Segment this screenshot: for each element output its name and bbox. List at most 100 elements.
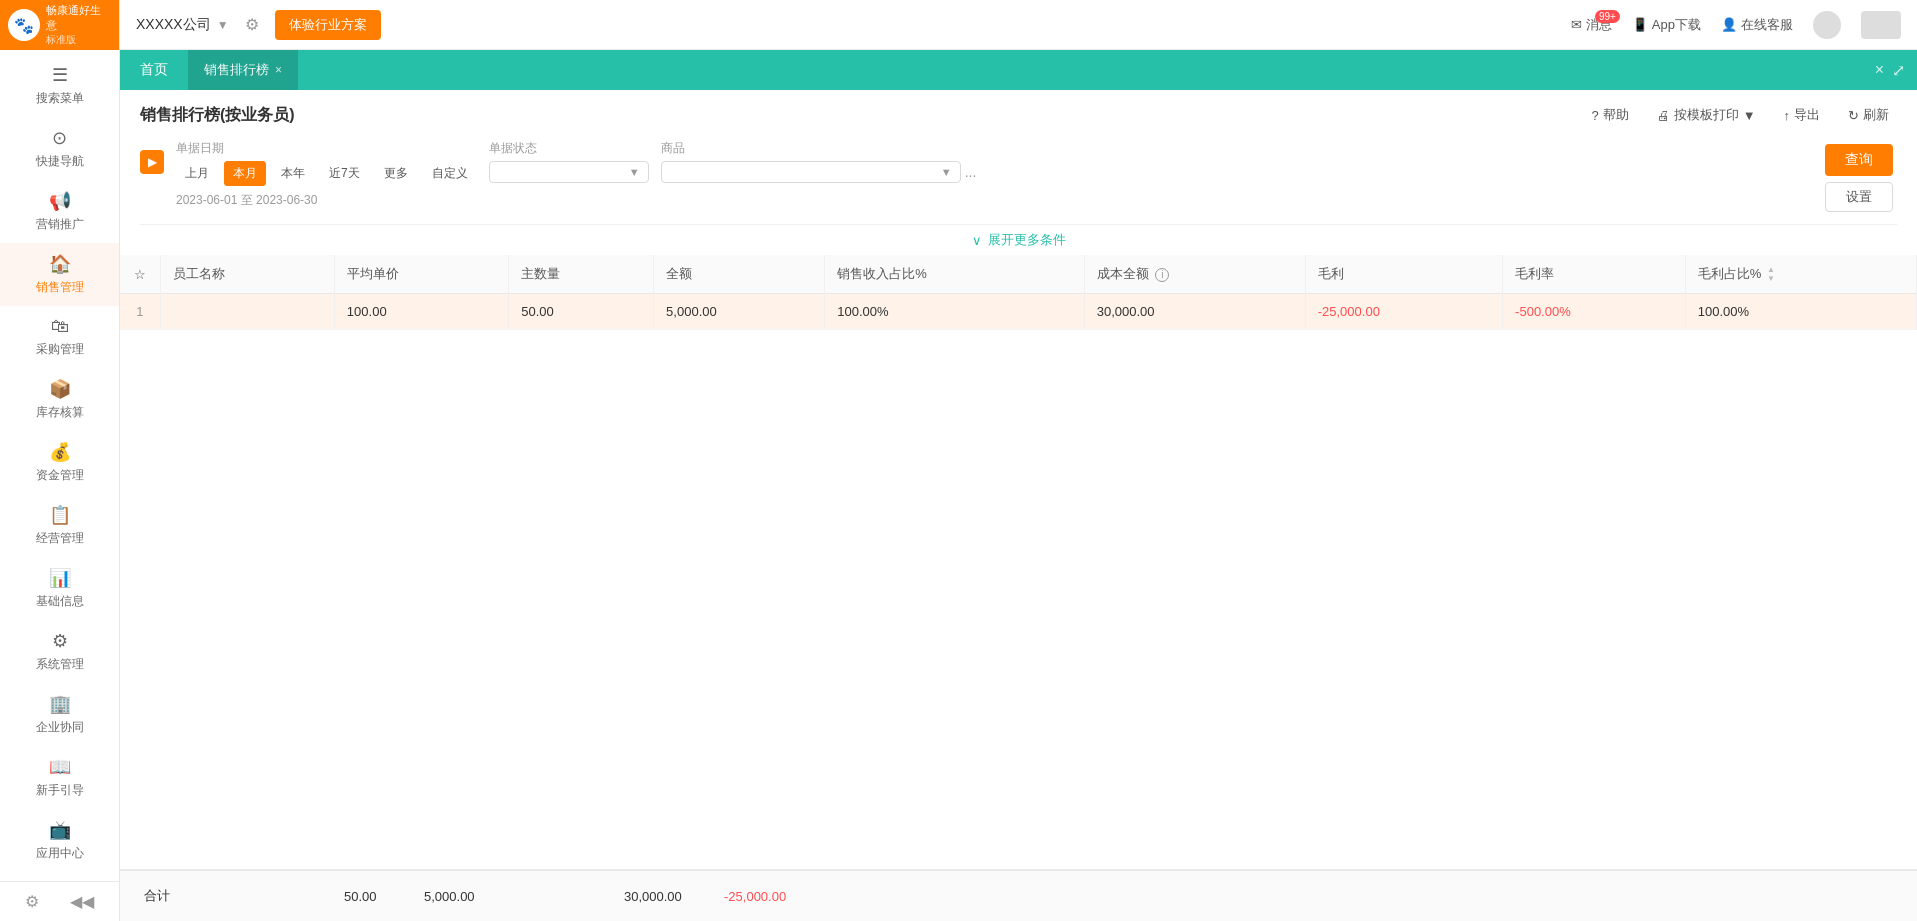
help-icon: ? [1591, 108, 1598, 123]
table-container: ☆ 员工名称 平均单价 主数量 全额 [120, 255, 1917, 869]
filter-arrow-btn[interactable]: ▶ [140, 146, 164, 174]
sidebar-settings-btn[interactable]: ⚙ [25, 892, 39, 911]
footer-avg-price [252, 890, 332, 902]
operations-icon: 📋 [49, 504, 71, 526]
message-btn[interactable]: ✉ 消息 99+ [1571, 16, 1612, 34]
sidebar-item-system[interactable]: ⚙ 系统管理 [0, 620, 119, 683]
goods-filter-label: 商品 [661, 140, 977, 157]
online-service-btn[interactable]: 👤 在线客服 [1721, 16, 1793, 34]
col-gross-rate: 毛利率 [1503, 255, 1686, 294]
status-caret-icon: ▼ [629, 166, 640, 178]
sidebar-item-operations[interactable]: 📋 经营管理 [0, 494, 119, 557]
tab-close-icon[interactable]: × [275, 63, 282, 77]
filter-year-btn[interactable]: 本年 [272, 161, 314, 186]
quick-nav-icon: ⊙ [52, 127, 67, 149]
topbar-gear-icon[interactable]: ⚙ [245, 15, 259, 34]
base-info-icon: 📊 [49, 567, 71, 589]
app-download-icon: 📱 [1632, 17, 1648, 32]
logo-text: 畅康通好生意 [46, 3, 111, 34]
sales-icon: 🏠 [49, 253, 71, 275]
status-filter: 单据状态 ▼ [489, 140, 649, 183]
col-amount: 全额 [654, 255, 825, 294]
sidebar-item-marketing[interactable]: 📢 营销推广 [0, 180, 119, 243]
col-cost: 成本全额 i [1084, 255, 1305, 294]
cell-gross-pct: 100.00% [1685, 294, 1916, 330]
page-title: 销售排行榜(按业务员) [140, 105, 295, 126]
cell-avg-price: 100.00 [334, 294, 508, 330]
page-header: 销售排行榜(按业务员) ? 帮助 🖨 按模板打印 ▼ ↑ 导出 [120, 90, 1917, 255]
sidebar-item-wechat[interactable]: 💬 企业微信 [0, 872, 119, 881]
app-center-icon: 📺 [49, 819, 71, 841]
sidebar-item-inventory[interactable]: 📦 库存核算 [0, 368, 119, 431]
goods-more-btn[interactable]: ... [965, 164, 977, 180]
date-range-text: 2023-06-01 至 2023-06-30 [176, 192, 477, 209]
sidebar-item-quick-nav[interactable]: ⊙ 快捷导航 [0, 117, 119, 180]
cell-amount: 5,000.00 [654, 294, 825, 330]
filter-custom-btn[interactable]: 自定义 [423, 161, 477, 186]
tabbar: 首页 销售排行榜 × × ⤢ [120, 50, 1917, 90]
date-filter-label: 单据日期 [176, 140, 477, 157]
expand-more-btn[interactable]: ∨ 展开更多条件 [140, 224, 1897, 255]
footer-label: 合计 [132, 881, 252, 911]
date-filter: 单据日期 上月 本月 本年 近7天 更多 自定义 2023-06-01 至 20… [176, 140, 477, 209]
footer-amount: 5,000.00 [412, 883, 512, 910]
cell-gross: -25,000.00 [1305, 294, 1502, 330]
company-selector[interactable]: XXXXX公司 ▼ [136, 16, 229, 34]
date-filter-controls: 上月 本月 本年 近7天 更多 自定义 [176, 161, 477, 186]
finance-icon: 💰 [49, 441, 71, 463]
topbar: XXXXX公司 ▼ ⚙ 体验行业方案 ✉ 消息 99+ 📱 App下载 👤 在线… [120, 0, 1917, 50]
sidebar-collapse-btn[interactable]: ◀◀ [70, 892, 94, 911]
sidebar-item-search-order[interactable]: ☰ 搜索菜单 [0, 54, 119, 117]
table-row: 1 100.00 50.00 5,000.00 100.00% 30,000.0… [120, 294, 1917, 330]
col-name: 员工名称 [160, 255, 334, 294]
sidebar-item-base-info[interactable]: 📊 基础信息 [0, 557, 119, 620]
filter-cur-month-btn[interactable]: 本月 [224, 161, 266, 186]
app-download-btn[interactable]: 📱 App下载 [1632, 16, 1701, 34]
service-label: 在线客服 [1741, 16, 1793, 34]
filter-prev-month-btn[interactable]: 上月 [176, 161, 218, 186]
tab-restore-icon[interactable]: ⤢ [1892, 61, 1905, 80]
sidebar-item-finance[interactable]: 💰 资金管理 [0, 431, 119, 494]
sidebar-item-sales[interactable]: 🏠 销售管理 [0, 243, 119, 306]
filter-more-btn[interactable]: 更多 [375, 161, 417, 186]
tab-home[interactable]: 首页 [120, 50, 188, 90]
export-icon: ↑ [1784, 108, 1791, 123]
settings-btn[interactable]: 设置 [1825, 182, 1893, 212]
refresh-btn[interactable]: ↻ 刷新 [1840, 102, 1897, 128]
main-area: XXXXX公司 ▼ ⚙ 体验行业方案 ✉ 消息 99+ 📱 App下载 👤 在线… [120, 0, 1917, 921]
print-btn[interactable]: 🖨 按模板打印 ▼ [1649, 102, 1764, 128]
topbar-right: ✉ 消息 99+ 📱 App下载 👤 在线客服 [1571, 11, 1901, 39]
gross-pct-sort-icon[interactable]: ▲ ▼ [1767, 266, 1775, 283]
avatar[interactable] [1813, 11, 1841, 39]
tab-sales-rank[interactable]: 销售排行榜 × [188, 50, 298, 90]
help-btn[interactable]: ? 帮助 [1583, 102, 1636, 128]
status-select[interactable]: ▼ [489, 161, 649, 183]
trial-btn[interactable]: 体验行业方案 [275, 10, 381, 40]
company-arrow-icon: ▼ [217, 18, 229, 32]
message-icon: ✉ [1571, 17, 1582, 32]
company-name: XXXXX公司 [136, 16, 211, 34]
cell-gross-rate: -500.00% [1503, 294, 1686, 330]
sidebar-item-app-center[interactable]: 📺 应用中心 [0, 809, 119, 872]
print-icon: 🖨 [1657, 108, 1670, 123]
col-gross-pct: 毛利占比% ▲ ▼ [1685, 255, 1916, 294]
user-name-placeholder [1861, 11, 1901, 39]
query-actions: 查询 设置 [1825, 140, 1897, 212]
goods-select[interactable]: ▼ [661, 161, 961, 183]
goods-caret-icon: ▼ [941, 166, 952, 178]
tabbar-actions: × ⤢ [1875, 61, 1917, 80]
expand-icon: ∨ [972, 233, 982, 248]
sidebar: 🐾 畅康通好生意 标准版 ☰ 搜索菜单 ⊙ 快捷导航 📢 营销推广 🏠 销售管理… [0, 0, 120, 921]
sidebar-item-enterprise[interactable]: 🏢 企业协同 [0, 683, 119, 746]
query-btn[interactable]: 查询 [1825, 144, 1893, 176]
sidebar-item-guide[interactable]: 📖 新手引导 [0, 746, 119, 809]
tab-close-window-icon[interactable]: × [1875, 61, 1884, 79]
filter-7days-btn[interactable]: 近7天 [320, 161, 369, 186]
cost-info-icon[interactable]: i [1155, 268, 1169, 282]
cell-qty: 50.00 [509, 294, 654, 330]
system-icon: ⚙ [52, 630, 68, 652]
export-btn[interactable]: ↑ 导出 [1776, 102, 1829, 128]
sidebar-item-purchase[interactable]: 🛍 采购管理 [0, 306, 119, 368]
marketing-icon: 📢 [49, 190, 71, 212]
col-qty: 主数量 [509, 255, 654, 294]
